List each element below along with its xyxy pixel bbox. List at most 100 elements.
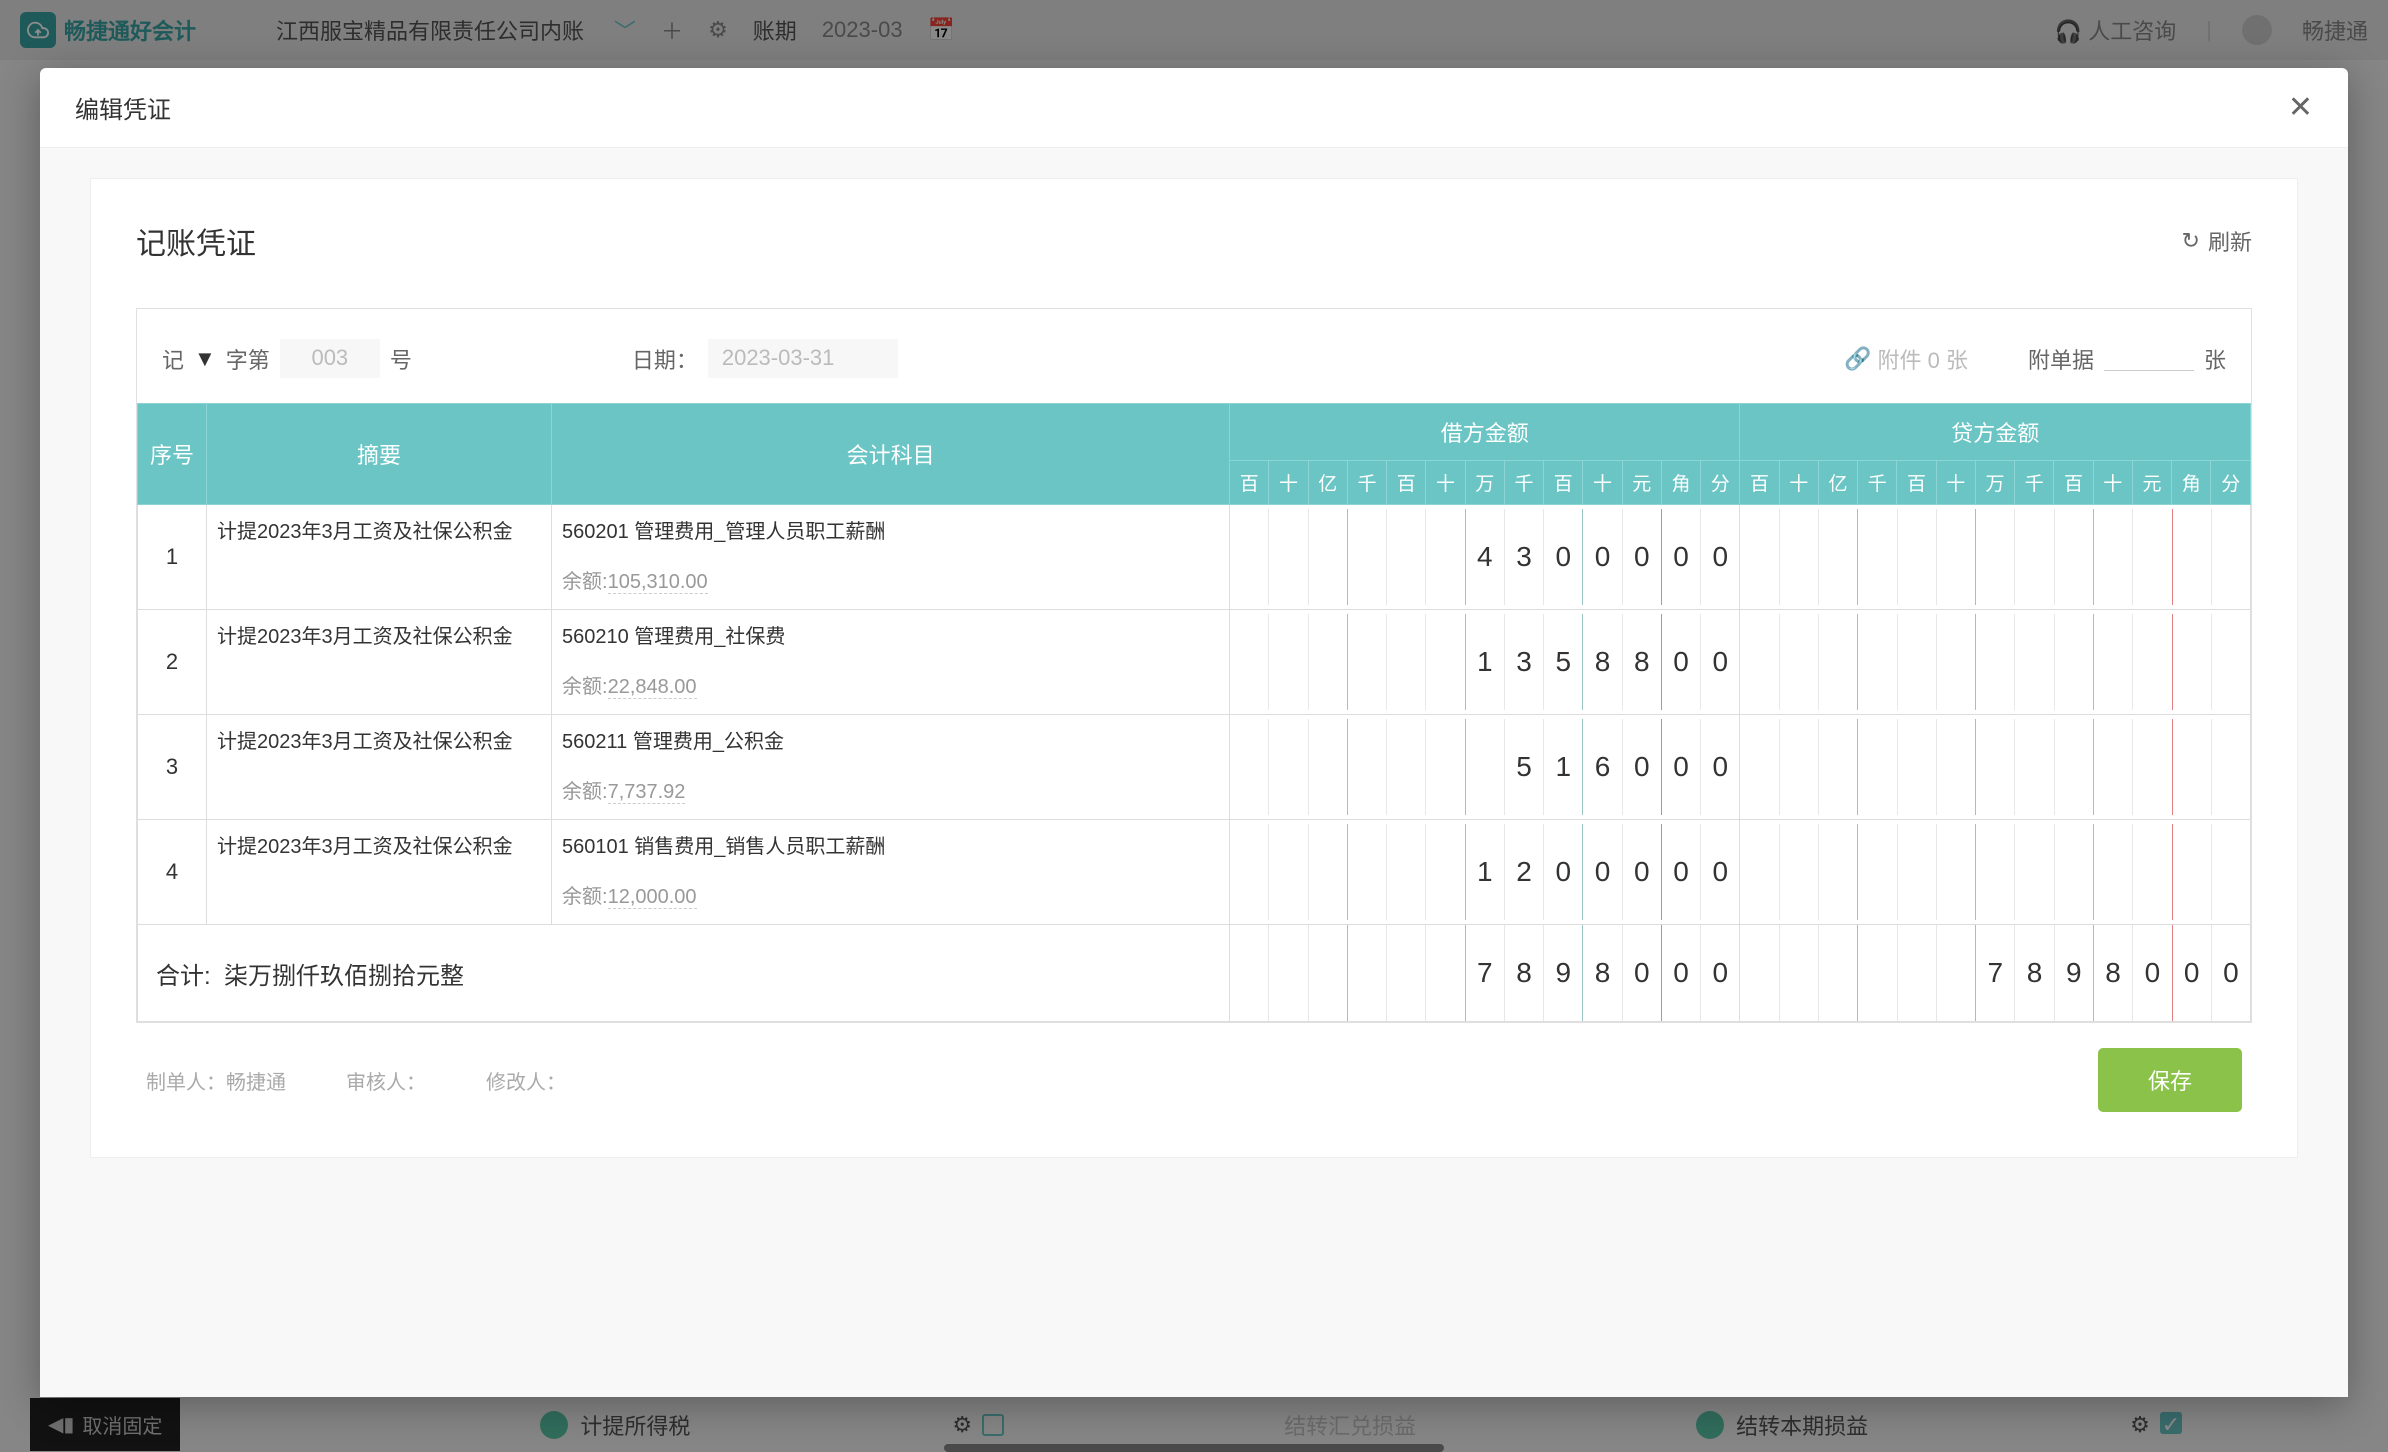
amount-digit (2015, 509, 2054, 605)
amount-digit (1858, 719, 1897, 815)
digit-header: 十 (1269, 461, 1308, 505)
amount-digit (1740, 824, 1779, 920)
summary-cell[interactable]: 计提2023年3月工资及社保公积金 (207, 715, 552, 820)
amount-digit (1819, 509, 1858, 605)
amount-digit (1780, 509, 1819, 605)
summary-cell[interactable]: 计提2023年3月工资及社保公积金 (207, 505, 552, 610)
amount-digit: 0 (1583, 509, 1622, 605)
amount-digit (2055, 824, 2094, 920)
refresh-button[interactable]: ↻ 刷新 (2182, 225, 2252, 257)
debit-amount[interactable]: 1200000 (1230, 820, 1740, 925)
credit-amount[interactable] (1740, 610, 2251, 715)
amount-digit: 8 (1623, 614, 1662, 710)
table-row[interactable]: 2计提2023年3月工资及社保公积金560210 管理费用_社保费余额:22,8… (138, 610, 2251, 715)
amount-digit (2015, 614, 2054, 710)
amount-digit (2212, 614, 2250, 710)
digit-header: 百 (1544, 461, 1583, 505)
amount-digit (1269, 614, 1308, 710)
attach-count-input[interactable] (2104, 347, 2194, 371)
digit-header: 十 (1936, 461, 1975, 505)
amount-digit: 1 (1544, 719, 1583, 815)
amount-digit (1740, 925, 1779, 1021)
amount-digit (1976, 614, 2015, 710)
amount-digit: 5 (1505, 719, 1544, 815)
col-seq: 序号 (138, 404, 207, 505)
amount-digit (1309, 925, 1348, 1021)
refresh-icon: ↻ (2182, 228, 2200, 254)
date-input[interactable] (708, 339, 898, 378)
col-subject: 会计科目 (552, 404, 1230, 505)
digit-header: 千 (1504, 461, 1543, 505)
credit-amount[interactable] (1740, 820, 2251, 925)
summary-cell[interactable]: 计提2023年3月工资及社保公积金 (207, 820, 552, 925)
amount-digit (1387, 509, 1426, 605)
amount-digit: 0 (1701, 719, 1739, 815)
amount-digit: 5 (1544, 614, 1583, 710)
close-icon[interactable]: ✕ (2288, 93, 2313, 123)
total-credit: 7898000 (1740, 925, 2251, 1022)
attachment-label[interactable]: 🔗 附件 0 张 (1844, 343, 1968, 375)
table-row[interactable]: 1计提2023年3月工资及社保公积金560201 管理费用_管理人员职工薪酬余额… (138, 505, 2251, 610)
amount-digit: 0 (1662, 824, 1701, 920)
amount-digit (1898, 925, 1937, 1021)
digit-header: 分 (1701, 461, 1740, 505)
digit-header: 十 (2093, 461, 2132, 505)
digit-header: 亿 (1308, 461, 1347, 505)
voucher-table: 序号 摘要 会计科目 借方金额 贷方金额 百十亿千百十万千百十元角分百十亿千百十… (137, 403, 2251, 1022)
save-button[interactable]: 保存 (2098, 1048, 2242, 1112)
digit-header: 十 (1583, 461, 1622, 505)
chevron-down-icon[interactable]: ▼ (194, 346, 216, 372)
subject-cell[interactable]: 560210 管理费用_社保费余额:22,848.00 (552, 610, 1230, 715)
amount-digit (2173, 824, 2212, 920)
amount-digit (2015, 824, 2054, 920)
edit-voucher-modal: 编辑凭证 ✕ 记账凭证 ↻ 刷新 记 ▼ 字第 号 日期： (40, 68, 2348, 1397)
date-label: 日期： (632, 343, 698, 375)
debit-amount[interactable]: 516000 (1230, 715, 1740, 820)
subject-cell[interactable]: 560201 管理费用_管理人员职工薪酬余额:105,310.00 (552, 505, 1230, 610)
amount-digit (1426, 925, 1465, 1021)
digit-header: 万 (1465, 461, 1504, 505)
voucher-title: 记账凭证 (136, 219, 256, 263)
amount-digit (2055, 719, 2094, 815)
credit-amount[interactable] (1740, 505, 2251, 610)
amount-digit: 2 (1505, 824, 1544, 920)
amount-digit (1466, 719, 1505, 815)
amount-digit (1387, 824, 1426, 920)
subject-cell[interactable]: 560211 管理费用_公积金余额:7,737.92 (552, 715, 1230, 820)
amount-digit (2133, 719, 2172, 815)
amount-digit (1937, 719, 1976, 815)
modifier-field: 修改人： (486, 1066, 566, 1095)
amount-digit (1937, 925, 1976, 1021)
amount-digit: 0 (1701, 509, 1739, 605)
amount-digit: 0 (1701, 925, 1739, 1021)
subject-cell[interactable]: 560101 销售费用_销售人员职工薪酬余额:12,000.00 (552, 820, 1230, 925)
amount-digit (1976, 824, 2015, 920)
credit-amount[interactable] (1740, 715, 2251, 820)
table-row[interactable]: 4计提2023年3月工资及社保公积金560101 销售费用_销售人员职工薪酬余额… (138, 820, 2251, 925)
digit-header: 十 (1779, 461, 1818, 505)
summary-cell[interactable]: 计提2023年3月工资及社保公积金 (207, 610, 552, 715)
amount-digit (1858, 614, 1897, 710)
amount-digit (1269, 925, 1308, 1021)
amount-digit (1230, 509, 1269, 605)
ji-label[interactable]: 记 (162, 343, 184, 375)
digit-header: 亿 (1818, 461, 1857, 505)
amount-digit (1898, 509, 1937, 605)
table-row[interactable]: 3计提2023年3月工资及社保公积金560211 管理费用_公积金余额:7,73… (138, 715, 2251, 820)
amount-digit (1387, 719, 1426, 815)
amount-digit (1309, 719, 1348, 815)
debit-amount[interactable]: 4300000 (1230, 505, 1740, 610)
total-label: 合计: 柒万捌仟玖佰捌拾元整 (138, 925, 1230, 1022)
amount-digit (1426, 719, 1465, 815)
amount-digit: 0 (1662, 509, 1701, 605)
amount-digit: 0 (2212, 925, 2250, 1021)
amount-digit: 0 (2133, 925, 2172, 1021)
voucher-number-input[interactable] (280, 339, 380, 378)
debit-amount[interactable]: 1358800 (1230, 610, 1740, 715)
voucher-card: 记账凭证 ↻ 刷新 记 ▼ 字第 号 日期： (90, 178, 2298, 1158)
amount-digit (2133, 824, 2172, 920)
digit-header: 百 (1387, 461, 1426, 505)
amount-digit: 0 (1701, 614, 1739, 710)
amount-digit (2094, 509, 2133, 605)
amount-digit (1426, 614, 1465, 710)
